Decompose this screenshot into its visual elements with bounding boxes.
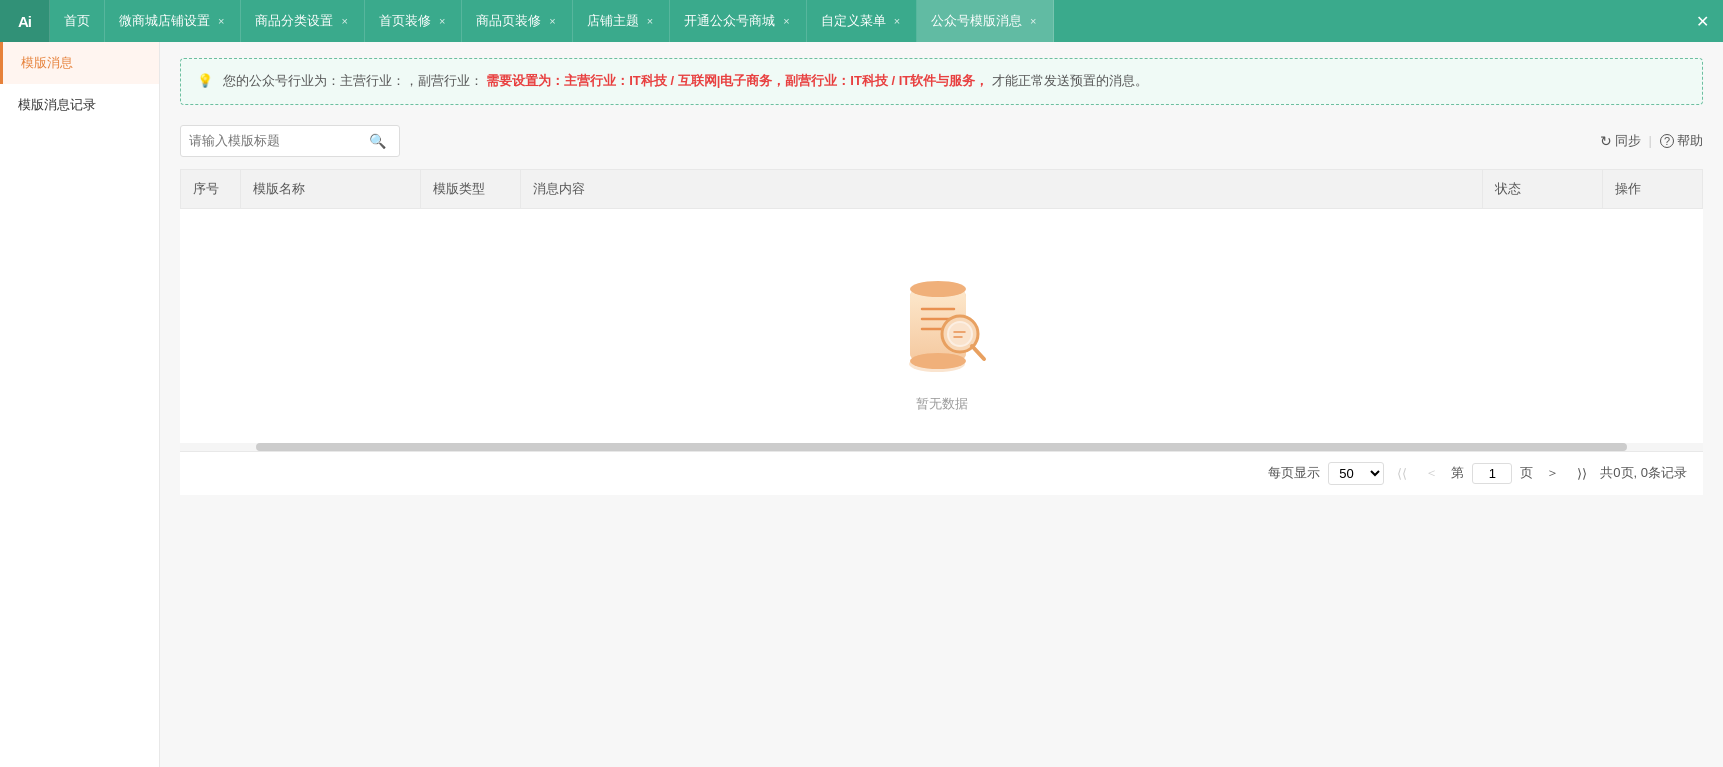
bulb-icon: 💡 — [197, 73, 213, 88]
notice-box: 💡 您的公众号行业为：主营行业：，副营行业： 需要设置为：主营行业：IT科技 /… — [180, 58, 1703, 105]
pagination: 每页显示 50 20 100 ⟨⟨ ＜ 第 页 ＞ ⟩⟩ 共0页, 0条记录 — [180, 451, 1703, 495]
sidebar: 模版消息 模版消息记录 — [0, 42, 160, 767]
pagination-prev-button[interactable]: ＜ — [1420, 462, 1443, 484]
data-table: 序号 模版名称 模版类型 消息内容 状态 操作 — [180, 169, 1703, 443]
pagination-last-button[interactable]: ⟩⟩ — [1572, 464, 1592, 483]
pagination-total: 共0页, 0条记录 — [1600, 464, 1687, 482]
content-area: 💡 您的公众号行业为：主营行业：，副营行业： 需要设置为：主营行业：IT科技 /… — [160, 42, 1723, 767]
search-button[interactable]: 🔍 — [369, 133, 386, 149]
tab-close-category[interactable]: × — [339, 13, 349, 29]
pagination-first-button[interactable]: ⟨⟨ — [1392, 464, 1412, 483]
sync-icon: ↻ — [1600, 133, 1612, 149]
tab-close-openmarket[interactable]: × — [781, 13, 791, 29]
tab-close-theme[interactable]: × — [645, 13, 655, 29]
svg-point-4 — [910, 353, 966, 369]
svg-point-3 — [910, 281, 966, 297]
tab-custommenu[interactable]: 自定义菜单 × — [807, 0, 917, 42]
tab-close-custommenu[interactable]: × — [892, 13, 902, 29]
empty-icon — [882, 259, 1002, 379]
col-header-index: 序号 — [181, 169, 241, 208]
tab-templatemsg[interactable]: 公众号模版消息 × — [917, 0, 1053, 42]
tab-close-homepage[interactable]: × — [437, 13, 447, 29]
tab-theme[interactable]: 店铺主题 × — [573, 0, 670, 42]
sidebar-item-template-msg-record[interactable]: 模版消息记录 — [0, 84, 159, 126]
tab-openmarket[interactable]: 开通公众号商城 × — [670, 0, 806, 42]
col-header-type: 模版类型 — [421, 169, 521, 208]
tab-weshop[interactable]: 微商城店铺设置 × — [105, 0, 241, 42]
table-header: 序号 模版名称 模版类型 消息内容 状态 操作 — [181, 169, 1703, 208]
scrollbar-row[interactable] — [180, 443, 1703, 451]
tab-close-weshop[interactable]: × — [216, 13, 226, 29]
page-label-post: 页 — [1520, 464, 1533, 482]
col-header-status: 状态 — [1483, 169, 1603, 208]
pagination-next-button[interactable]: ＞ — [1541, 462, 1564, 484]
tab-productpage[interactable]: 商品页装修 × — [462, 0, 572, 42]
tab-home[interactable]: 首页 — [50, 0, 105, 42]
table-wrapper: 序号 模版名称 模版类型 消息内容 状态 操作 — [180, 169, 1703, 495]
toolbar-divider: | — [1649, 133, 1652, 148]
tab-bar: Ai 首页 微商城店铺设置 × 商品分类设置 × 首页装修 × 商品页装修 × … — [0, 0, 1723, 42]
search-input-wrap[interactable]: 🔍 — [180, 125, 400, 157]
toolbar-right: ↻ 同步 | ? 帮助 — [1600, 132, 1703, 150]
col-header-action: 操作 — [1603, 169, 1703, 208]
col-header-content: 消息内容 — [521, 169, 1483, 208]
page-label-pre: 第 — [1451, 464, 1464, 482]
sync-button[interactable]: ↻ 同步 — [1600, 132, 1641, 150]
empty-text: 暂无数据 — [181, 395, 1703, 413]
help-button[interactable]: ? 帮助 — [1660, 132, 1703, 150]
tab-close-templatemsg[interactable]: × — [1028, 13, 1038, 29]
empty-state: 暂无数据 — [181, 209, 1703, 443]
window-close-button[interactable]: ✕ — [1682, 12, 1723, 31]
page-size-label: 每页显示 — [1268, 464, 1320, 482]
tab-close-productpage[interactable]: × — [547, 13, 557, 29]
svg-point-10 — [949, 323, 971, 345]
svg-line-11 — [972, 346, 984, 359]
sidebar-item-template-msg[interactable]: 模版消息 — [0, 42, 159, 84]
table-body: 暂无数据 — [181, 208, 1703, 443]
scrollbar-thumb[interactable] — [256, 443, 1627, 451]
main-layout: 模版消息 模版消息记录 💡 您的公众号行业为：主营行业：，副营行业： 需要设置为… — [0, 42, 1723, 767]
col-header-name: 模版名称 — [241, 169, 421, 208]
app-logo: Ai — [0, 0, 50, 42]
search-input[interactable] — [189, 133, 369, 148]
tab-category[interactable]: 商品分类设置 × — [241, 0, 364, 42]
search-bar: 🔍 ↻ 同步 | ? 帮助 — [180, 125, 1703, 157]
help-icon: ? — [1660, 134, 1674, 148]
tab-homepage[interactable]: 首页装修 × — [365, 0, 462, 42]
page-size-select[interactable]: 50 20 100 — [1328, 462, 1384, 485]
page-current-input[interactable] — [1472, 463, 1512, 484]
